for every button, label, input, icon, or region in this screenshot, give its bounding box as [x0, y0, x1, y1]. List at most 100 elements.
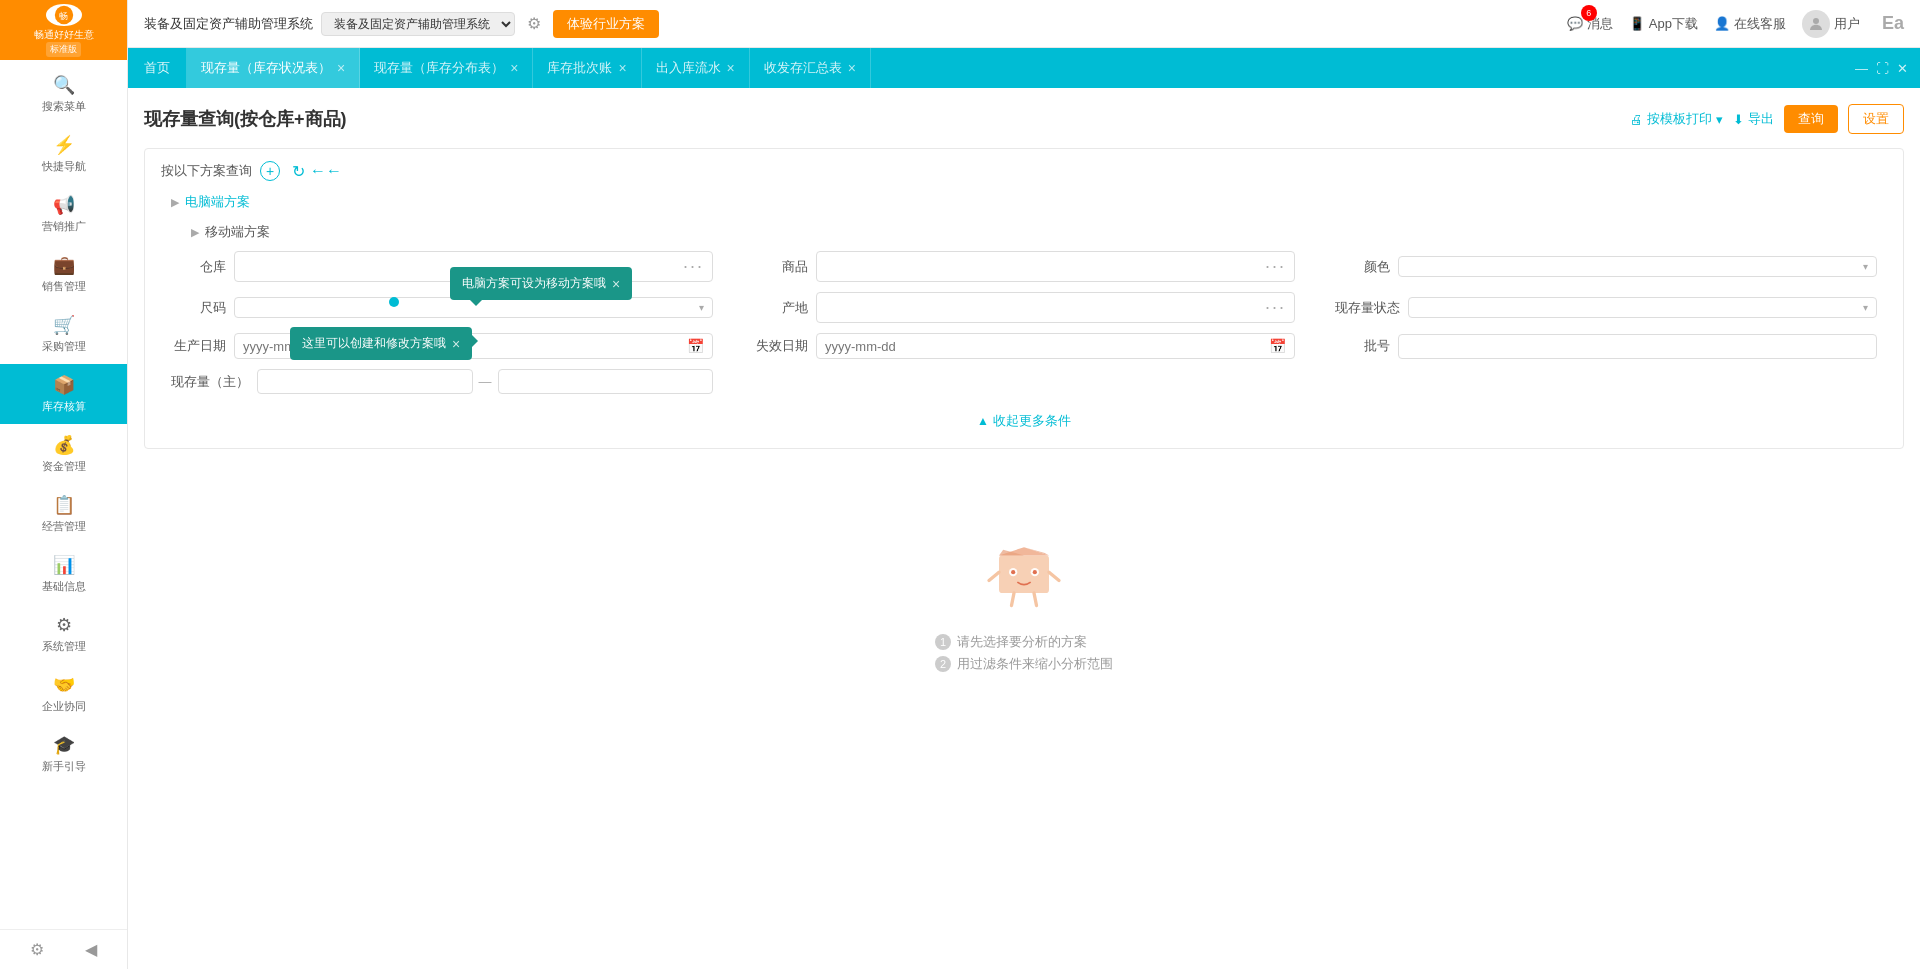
collapse-sidebar-btn[interactable]: ◀: [85, 940, 97, 959]
size-label: 尺码: [171, 299, 226, 317]
industry-btn[interactable]: 体验行业方案: [553, 10, 659, 38]
sidebar-item-label: 系统管理: [42, 639, 86, 654]
sidebar-item-basic[interactable]: 📊 基础信息: [0, 544, 127, 604]
settings-btn[interactable]: ⚙: [30, 940, 44, 959]
goods-label: 商品: [753, 258, 808, 276]
filter-cycle-btn[interactable]: ↻: [288, 161, 308, 181]
svg-point-7: [1033, 570, 1037, 574]
tab-label: 现存量（库存状况表）: [201, 59, 331, 77]
export-btn[interactable]: ⬇ 导出: [1733, 110, 1774, 128]
pc-scheme-node[interactable]: ▶ 电脑端方案: [171, 191, 1887, 213]
sidebar-item-sales[interactable]: 💼 销售管理: [0, 244, 127, 304]
sidebar-item-quick[interactable]: ⚡ 快捷导航: [0, 124, 127, 184]
tab-inventory-distribution[interactable]: 现存量（库存分布表） ×: [360, 48, 533, 88]
reset-btn[interactable]: 设置: [1848, 104, 1904, 134]
mobile-scheme-node[interactable]: ▶ 移动端方案: [171, 221, 1887, 243]
sidebar-item-marketing[interactable]: 📢 营销推广: [0, 184, 127, 244]
sidebar-item-search[interactable]: 🔍 搜索菜单: [0, 64, 127, 124]
tab-close-icon[interactable]: ×: [727, 60, 735, 76]
tooltip-scheme-mobile: 电脑方案可设为移动方案哦 ×: [450, 267, 632, 300]
tip-text-1: 请先选择要分析的方案: [957, 633, 1087, 651]
close-icon[interactable]: ✕: [1897, 61, 1908, 76]
finance-icon: 💰: [53, 434, 75, 456]
tip-num-1: 1: [935, 634, 951, 650]
sidebar-item-label: 采购管理: [42, 339, 86, 354]
stock-main-group: 现存量（主） —: [171, 369, 713, 394]
stock-main-from[interactable]: [257, 369, 473, 394]
sidebar-item-label: 库存核算: [42, 399, 86, 414]
sidebar-item-label: 基础信息: [42, 579, 86, 594]
scheme-tree: ▶ 电脑端方案 ▶ 移动端方案: [161, 191, 1887, 243]
tab-label: 现存量（库存分布表）: [374, 59, 504, 77]
color-select[interactable]: ▾: [1398, 256, 1877, 277]
origin-select[interactable]: ···: [816, 292, 1295, 323]
more-dots-icon3: ···: [1265, 297, 1286, 318]
tab-inout-flow[interactable]: 出入库流水 ×: [642, 48, 750, 88]
more-dots-icon2: ···: [1265, 256, 1286, 277]
empty-illustration: [974, 523, 1074, 613]
tooltip-close-btn2[interactable]: ×: [452, 336, 460, 352]
tabbar: 首页 现存量（库存状况表） × 现存量（库存分布表） × 库存批次账 × 出入库…: [128, 48, 1920, 88]
stock-main-to[interactable]: [498, 369, 714, 394]
tab-inventory-status[interactable]: 现存量（库存状况表） ×: [187, 48, 360, 88]
goods-select[interactable]: ···: [816, 251, 1295, 282]
sidebar-item-label: 销售管理: [42, 279, 86, 294]
filter-back-btn[interactable]: ←←: [316, 161, 336, 181]
notification-item[interactable]: 💬 消息 6: [1567, 15, 1613, 33]
sidebar-item-enterprise[interactable]: 🤝 企业协同: [0, 664, 127, 724]
user-avatar: [1802, 10, 1830, 38]
online-service-item[interactable]: 👤 在线客服: [1714, 15, 1786, 33]
tab-close-icon[interactable]: ×: [848, 60, 856, 76]
purchase-icon: 🛒: [53, 314, 75, 336]
settings-gear-icon[interactable]: ⚙: [527, 14, 541, 33]
tab-close-icon[interactable]: ×: [618, 60, 626, 76]
inventory-icon: 📦: [53, 374, 75, 396]
sidebar-item-finance[interactable]: 💰 资金管理: [0, 424, 127, 484]
tab-batch-ledger[interactable]: 库存批次账 ×: [533, 48, 641, 88]
search-query-btn[interactable]: 查询: [1784, 105, 1838, 133]
stock-status-group: 现存量状态 ▾: [1335, 297, 1877, 318]
collapse-btn[interactable]: ▲ 收起更多条件: [171, 404, 1877, 438]
tab-collect-summary[interactable]: 收发存汇总表 ×: [750, 48, 871, 88]
enterprise-icon: 🤝: [53, 674, 75, 696]
sidebar-item-inventory[interactable]: 📦 库存核算: [0, 364, 127, 424]
tab-close-icon[interactable]: ×: [337, 60, 345, 76]
tabbar-right: — ⛶ ✕: [1843, 48, 1920, 88]
sidebar-item-label: 经营管理: [42, 519, 86, 534]
user-item[interactable]: 用户: [1802, 10, 1860, 38]
expire-date-input-wrapper[interactable]: 📅: [816, 333, 1295, 359]
batch-input[interactable]: [1398, 334, 1877, 359]
svg-line-9: [1049, 572, 1059, 580]
filter-row-2: 尺码 ▾ 产地 ···: [171, 292, 1877, 323]
tab-close-icon[interactable]: ×: [510, 60, 518, 76]
tooltip-close-btn[interactable]: ×: [612, 276, 620, 292]
print-label: 按模板打印: [1647, 110, 1712, 128]
minimize-icon[interactable]: —: [1855, 61, 1868, 76]
tab-label: 库存批次账: [547, 59, 612, 77]
calendar-icon2[interactable]: 📅: [1269, 338, 1286, 354]
guide-icon: 🎓: [53, 734, 75, 756]
expire-date-input[interactable]: [825, 339, 1263, 354]
filter-add-btn[interactable]: +: [260, 161, 280, 181]
stock-status-select[interactable]: ▾: [1408, 297, 1877, 318]
sidebar-item-operation[interactable]: 📋 经营管理: [0, 484, 127, 544]
system-select[interactable]: 装备及固定资产辅助管理系统: [321, 12, 515, 36]
sidebar-item-guide[interactable]: 🎓 新手引导: [0, 724, 127, 784]
sidebar-item-system[interactable]: ⚙ 系统管理: [0, 604, 127, 664]
expire-date-label: 失效日期: [753, 337, 808, 355]
sidebar-item-purchase[interactable]: 🛒 采购管理: [0, 304, 127, 364]
app-download-item[interactable]: 📱 App下载: [1629, 15, 1698, 33]
maximize-icon[interactable]: ⛶: [1876, 61, 1889, 76]
notification-icon: 💬: [1567, 16, 1583, 31]
collapse-arrow-icon: ▲: [977, 414, 989, 428]
quick-icon: ⚡: [53, 134, 75, 156]
tab-home[interactable]: 首页: [128, 48, 187, 88]
calendar-icon[interactable]: 📅: [687, 338, 704, 354]
system-title: 装备及固定资产辅助管理系统: [144, 15, 313, 33]
print-btn[interactable]: 🖨 按模板打印 ▾: [1630, 110, 1723, 128]
batch-group: 批号: [1335, 334, 1877, 359]
empty-tip-1: 1 请先选择要分析的方案: [935, 633, 1113, 651]
filter-row-1: 仓库 ··· 商品 ···: [171, 251, 1877, 282]
svg-line-8: [989, 572, 999, 580]
page-actions: 🖨 按模板打印 ▾ ⬇ 导出 查询 设置: [1630, 104, 1904, 134]
